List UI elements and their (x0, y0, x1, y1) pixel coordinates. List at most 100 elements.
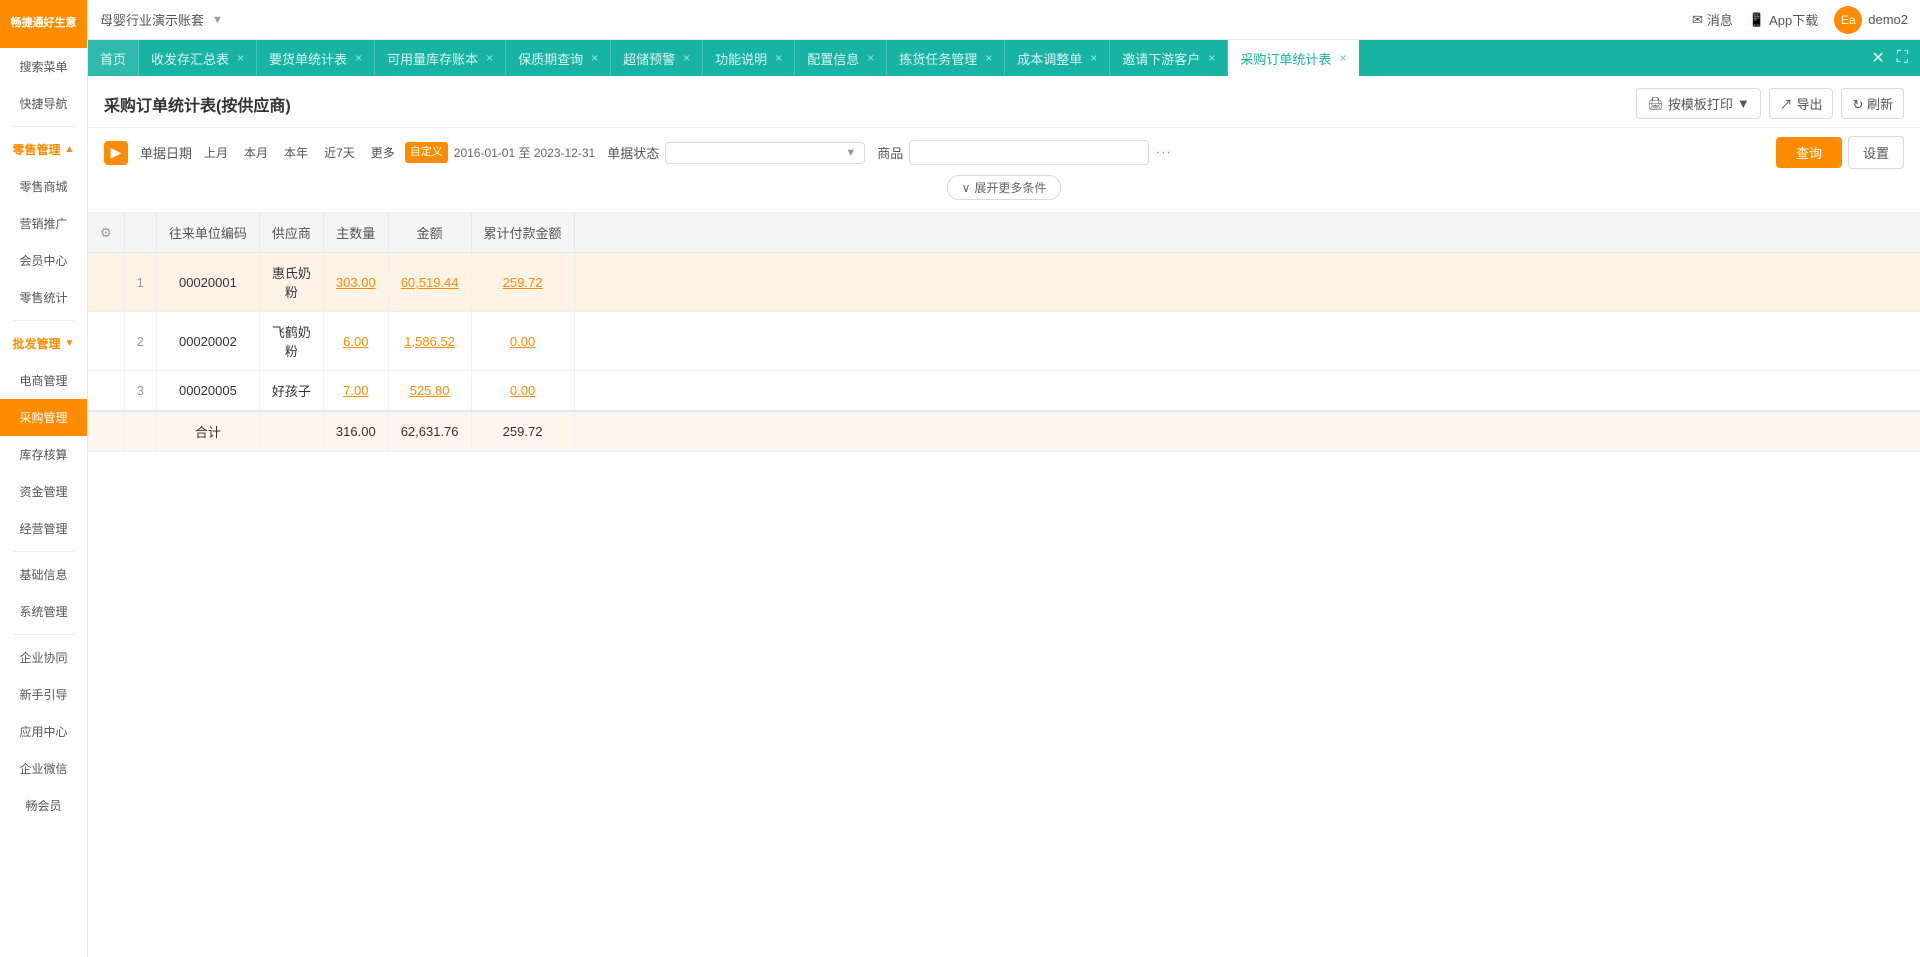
tab-maximize-button[interactable]: ⛶ (1893, 45, 1912, 71)
export-button[interactable]: ↗ 导出 (1769, 88, 1834, 119)
paid-amount-link-1[interactable]: 0.00 (510, 334, 535, 349)
sidebar-item-inventory[interactable]: 库存核算 (0, 436, 88, 473)
custom-date-badge: 自定义 (405, 142, 448, 163)
sidebar-item-quicknav[interactable]: 快捷导航 (0, 85, 88, 122)
date-shortcut-last-month[interactable]: 上月 (198, 142, 234, 163)
cell-main-qty-1[interactable]: 6.00 (323, 312, 388, 371)
table-header-row: ⚙ 往来单位编码 供应商 主数量 金额 累计付款金额 (88, 213, 1920, 253)
cell-settings-2 (88, 371, 124, 412)
sidebar-item-wholesale[interactable]: 批发管理 ▼ (0, 325, 88, 362)
date-shortcut-more[interactable]: 更多 (365, 142, 401, 163)
cell-amount-0[interactable]: 60,519.44 (388, 253, 471, 312)
sidebar-item-marketing[interactable]: 营销推广 (0, 205, 88, 242)
paid-amount-link-0[interactable]: 259.72 (503, 275, 543, 290)
col-header-rownum (124, 213, 156, 253)
status-select[interactable]: ▼ (665, 142, 865, 164)
footer-extra-cell (574, 411, 1920, 452)
sidebar-item-retail-shop[interactable]: 零售商城 (0, 168, 88, 205)
cell-amount-2[interactable]: 525.80 (388, 371, 471, 412)
tab-order-summary[interactable]: 要货单统计表 × (257, 40, 375, 76)
main-qty-link-2[interactable]: 7.00 (343, 383, 368, 398)
column-settings-icon[interactable]: ⚙ (100, 225, 112, 240)
sidebar-item-operation[interactable]: 经营管理 (0, 510, 88, 547)
sidebar-item-newbie[interactable]: 新手引导 (0, 676, 88, 713)
tab-close-receive[interactable]: × (237, 51, 244, 65)
cell-supplier-1: 飞鹤奶粉 (259, 312, 323, 371)
tab-close-overstock[interactable]: × (683, 51, 690, 65)
main-qty-link-1[interactable]: 6.00 (343, 334, 368, 349)
paid-amount-link-2[interactable]: 0.00 (510, 383, 535, 398)
sidebar-item-retail[interactable]: 零售管理 ▲ (0, 131, 88, 168)
sidebar-item-vip[interactable]: 畅会员 (0, 787, 88, 824)
sidebar-item-wechat[interactable]: 企业微信 (0, 750, 88, 787)
amount-link-1[interactable]: 1,586.52 (404, 334, 455, 349)
refresh-button[interactable]: ↻ 刷新 (1841, 88, 1904, 119)
amount-link-2[interactable]: 525.80 (410, 383, 450, 398)
cell-amount-1[interactable]: 1,586.52 (388, 312, 471, 371)
cell-paid-amount-1[interactable]: 0.00 (471, 312, 574, 371)
date-shortcut-7days[interactable]: 近7天 (318, 142, 361, 163)
sidebar-item-ecommerce[interactable]: 电商管理 (0, 362, 88, 399)
tab-close-all-button[interactable]: ✕ (1867, 44, 1888, 72)
message-button[interactable]: ✉ 消息 (1692, 10, 1733, 29)
sidebar-item-system[interactable]: 系统管理 (0, 593, 88, 630)
tab-config-info[interactable]: 配置信息 × (795, 40, 887, 76)
workspace-selector[interactable]: 母婴行业演示账套 ▼ (100, 10, 223, 29)
tab-close-order-summary[interactable]: × (355, 51, 362, 65)
tab-purchase-summary[interactable]: 采购订单统计表 × (1228, 40, 1359, 76)
goods-input[interactable] (909, 140, 1149, 165)
tab-close-invite-downstream[interactable]: × (1208, 51, 1215, 65)
date-shortcut-this-year[interactable]: 本年 (278, 142, 314, 163)
goods-more-icon[interactable]: ··· (1155, 144, 1171, 162)
expand-conditions-button[interactable]: ∨ 展开更多条件 (947, 175, 1062, 200)
query-button[interactable]: 查询 (1776, 137, 1842, 168)
tab-close-function-desc[interactable]: × (775, 51, 782, 65)
tab-close-available-stock[interactable]: × (486, 51, 493, 65)
logo-text: 畅捷通好生意 (11, 17, 77, 30)
sidebar-item-app-center[interactable]: 应用中心 (0, 713, 88, 750)
sidebar-item-purchase[interactable]: 采购管理 (0, 399, 88, 436)
tab-close-purchase-summary[interactable]: × (1339, 51, 1346, 65)
col-header-paid-amount: 累计付款金额 (471, 213, 574, 253)
sidebar-item-retail-stat[interactable]: 零售统计 (0, 279, 88, 316)
tab-close-picking-task[interactable]: × (985, 51, 992, 65)
sidebar-item-member[interactable]: 会员中心 (0, 242, 88, 279)
col-header-supplier: 供应商 (259, 213, 323, 253)
app-download-button[interactable]: 📱 App下载 (1749, 10, 1818, 29)
settings-button[interactable]: 设置 (1848, 136, 1904, 169)
app-download-icon: 📱 (1749, 12, 1765, 28)
cell-paid-amount-2[interactable]: 0.00 (471, 371, 574, 412)
filter-toggle-button[interactable]: ▶ (104, 141, 128, 165)
tab-available-stock[interactable]: 可用量库存账本 × (375, 40, 506, 76)
tab-expiry[interactable]: 保质期查询 × (506, 40, 611, 76)
sidebar: 畅捷通好生意 搜索菜单 快捷导航 零售管理 ▲ 零售商城 营销推广 会员中心 零… (0, 0, 88, 957)
cell-main-qty-0[interactable]: 303.00 (323, 253, 388, 312)
filter-group-date: 单据日期 上月 本月 本年 近7天 更多 自定义 2016-01-01 至 20… (140, 142, 595, 163)
cell-paid-amount-0[interactable]: 259.72 (471, 253, 574, 312)
refresh-icon: ↻ (1852, 97, 1863, 112)
tab-close-cost-adjust[interactable]: × (1090, 51, 1097, 65)
cell-main-qty-2[interactable]: 7.00 (323, 371, 388, 412)
app-download-label: App下载 (1769, 10, 1818, 29)
tab-cost-adjust[interactable]: 成本调整单 × (1005, 40, 1110, 76)
tab-end-buttons: ✕ ⛶ (1859, 44, 1920, 72)
amount-link-0[interactable]: 60,519.44 (401, 275, 459, 290)
table-row: 1 00020001 惠氏奶粉 303.00 60,519.44 259.72 (88, 253, 1920, 312)
sidebar-item-finance[interactable]: 资金管理 (0, 473, 88, 510)
main-area: 母婴行业演示账套 ▼ ✉ 消息 📱 App下载 Ea demo2 首页 收发存汇… (88, 0, 1920, 957)
tab-invite-downstream[interactable]: 邀请下游客户 × (1110, 40, 1228, 76)
tab-close-expiry[interactable]: × (591, 51, 598, 65)
sidebar-item-basic-info[interactable]: 基础信息 (0, 556, 88, 593)
sidebar-item-search[interactable]: 搜索菜单 (0, 48, 88, 85)
sidebar-item-enterprise[interactable]: 企业协同 (0, 639, 88, 676)
tab-home[interactable]: 首页 (88, 40, 139, 76)
tab-close-config-info[interactable]: × (867, 51, 874, 65)
tab-picking-task[interactable]: 拣货任务管理 × (887, 40, 1005, 76)
tab-function-desc[interactable]: 功能说明 × (703, 40, 795, 76)
tab-receive[interactable]: 收发存汇总表 × (139, 40, 257, 76)
date-shortcut-this-month[interactable]: 本月 (238, 142, 274, 163)
user-profile[interactable]: Ea demo2 (1834, 6, 1908, 34)
template-print-button[interactable]: 🖨 按模板打印 ▼ (1636, 88, 1760, 119)
main-qty-link-0[interactable]: 303.00 (336, 275, 376, 290)
tab-overstock[interactable]: 超储预警 × (611, 40, 703, 76)
